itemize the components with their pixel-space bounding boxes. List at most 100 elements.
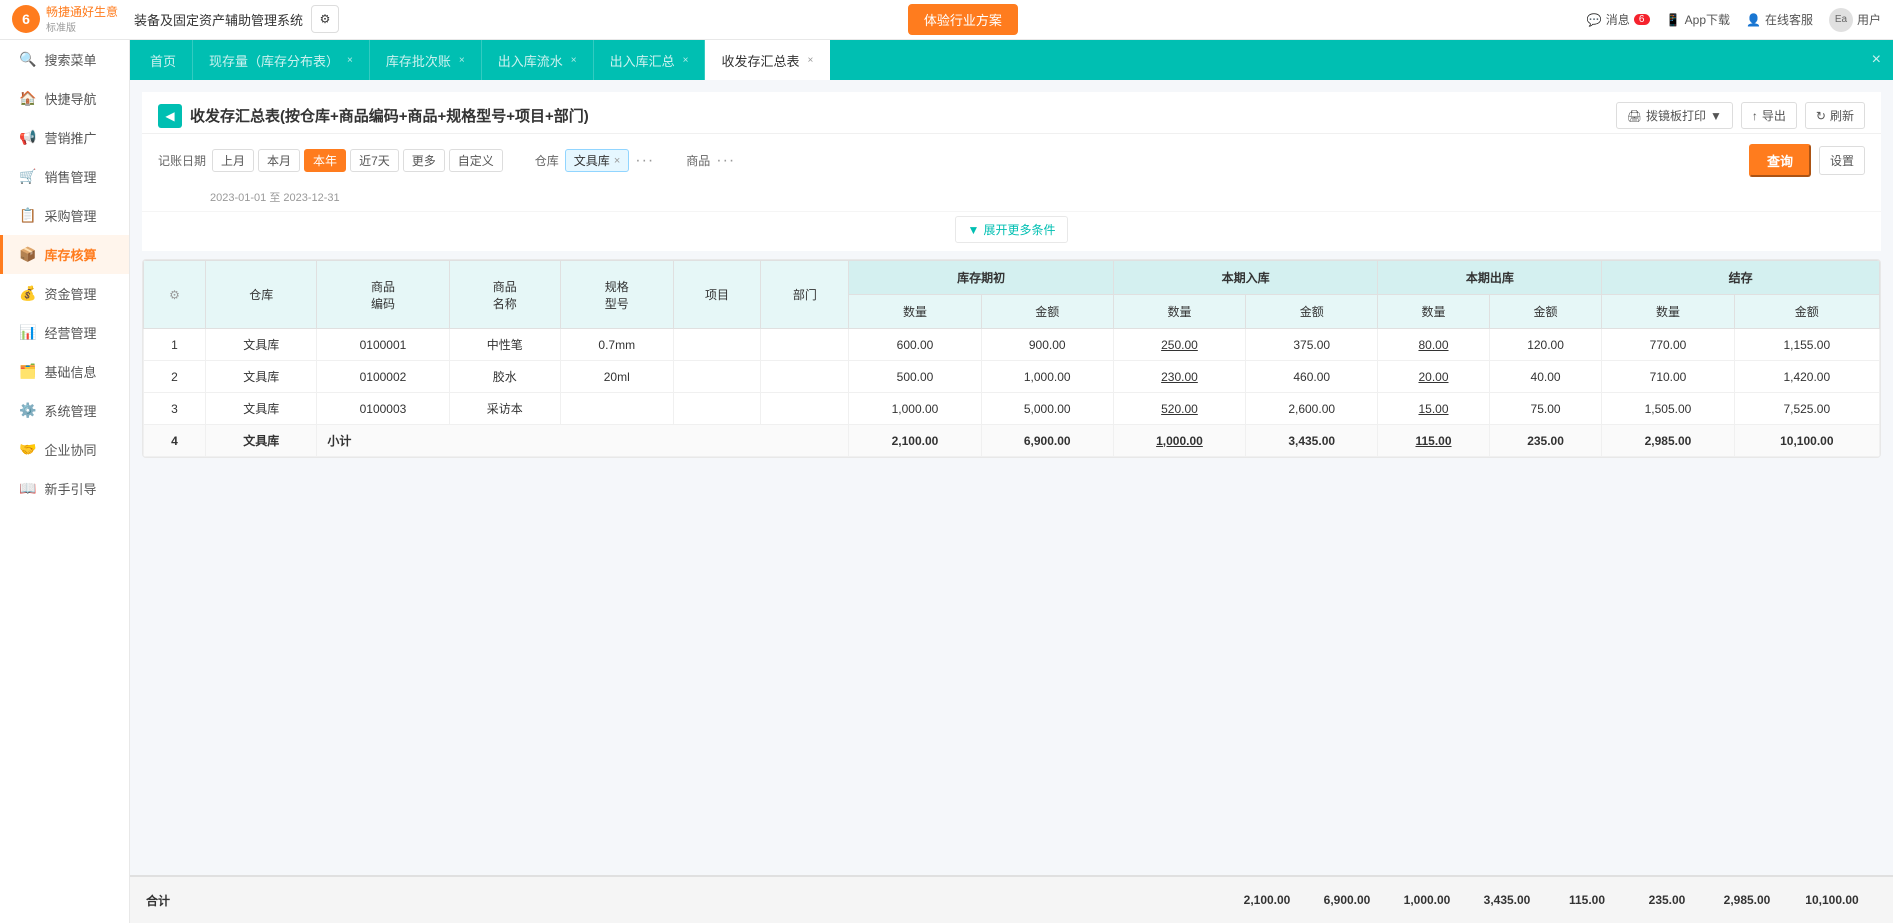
data-table: ⚙ 仓库 商品编码 商品名称 规格型号 项目 部门 库存期初 本期入库 本期出库 <box>143 260 1880 457</box>
subtotal-warehouse: 文具库 <box>206 425 317 457</box>
row3-opening-qty: 1,000.00 <box>849 393 981 425</box>
tab-inventory-dist[interactable]: 现存量（库存分布表） × <box>193 40 370 80</box>
message-button[interactable]: 💬 消息 6 <box>1587 11 1650 28</box>
row2-opening-amt: 1,000.00 <box>981 361 1113 393</box>
tab-batch-account[interactable]: 库存批次账 × <box>370 40 482 80</box>
closing-qty-header: 数量 <box>1602 295 1734 329</box>
row2-in-amt: 460.00 <box>1246 361 1378 393</box>
sidebar-item-marketing[interactable]: 📢 营销推广 <box>0 118 129 157</box>
project-col-header: 项目 <box>673 261 761 329</box>
settings-col-header[interactable]: ⚙ <box>144 261 206 329</box>
tab-close-in-out-summary[interactable]: × <box>683 55 689 66</box>
warehouse-tag-close[interactable]: × <box>614 155 620 167</box>
tab-recv-send-summary[interactable]: 收发存汇总表 × <box>705 40 830 80</box>
row3-in-amt: 2,600.00 <box>1246 393 1378 425</box>
collapse-button[interactable]: ◀ <box>158 104 182 128</box>
sidebar-item-guide[interactable]: 📖 新手引导 <box>0 469 129 508</box>
service-icon: 👤 <box>1746 13 1761 27</box>
right-actions: 🖨 拨镜板打印 ▼ ↑ 导出 ↻ 刷新 <box>1616 102 1865 129</box>
date-btn-this-month[interactable]: 本月 <box>258 149 300 172</box>
subtotal-in-qty[interactable]: 1,000.00 <box>1113 425 1245 457</box>
row3-seq: 3 <box>144 393 206 425</box>
date-btn-this-year[interactable]: 本年 <box>304 149 346 172</box>
expand-more-button[interactable]: ▼ 展开更多条件 <box>955 216 1069 243</box>
sidebar-item-quick-nav[interactable]: 🏠 快捷导航 <box>0 79 129 118</box>
row1-out-qty[interactable]: 80.00 <box>1378 329 1489 361</box>
export-button[interactable]: ↑ 导出 <box>1741 102 1797 129</box>
operations-icon: 📊 <box>19 324 36 341</box>
date-range-text: 2023-01-01 至 2023-12-31 <box>210 189 340 205</box>
opening-amt-header: 金额 <box>981 295 1113 329</box>
logo-area: 6 畅捷通好生意 标准版 <box>12 5 118 34</box>
row2-in-qty[interactable]: 230.00 <box>1113 361 1245 393</box>
filter-section: ◀ 收发存汇总表(按仓库+商品编码+商品+规格型号+项目+部门) 🖨 拨镜板打印… <box>142 92 1881 251</box>
table-row: 2 文具库 0100002 胶水 20ml 500.00 1,000.00 23… <box>144 361 1880 393</box>
tab-in-out-flow[interactable]: 出入库流水 × <box>482 40 594 80</box>
sidebar-item-operations[interactable]: 📊 经营管理 <box>0 313 129 352</box>
row1-closing-qty: 770.00 <box>1602 329 1734 361</box>
warehouse-more-button[interactable]: ··· <box>635 152 654 170</box>
row1-in-qty[interactable]: 250.00 <box>1113 329 1245 361</box>
tab-in-out-summary[interactable]: 出入库汇总 × <box>594 40 706 80</box>
row2-warehouse: 文具库 <box>206 361 317 393</box>
subtotal-out-qty[interactable]: 115.00 <box>1378 425 1489 457</box>
row3-in-qty[interactable]: 520.00 <box>1113 393 1245 425</box>
guide-icon: 📖 <box>19 480 36 497</box>
expand-row: ▼ 展开更多条件 <box>142 211 1881 251</box>
tab-close-recv-send-summary[interactable]: × <box>807 55 813 66</box>
sidebar-item-search[interactable]: 🔍 搜索菜单 <box>0 40 129 79</box>
subtotal-in-amt: 3,435.00 <box>1246 425 1378 457</box>
marketing-icon: 📢 <box>19 129 36 146</box>
avatar: Ea <box>1829 8 1853 32</box>
product-more-button[interactable]: ··· <box>716 152 735 170</box>
user-menu-button[interactable]: Ea 用户 <box>1829 8 1881 32</box>
top-bar-right: 💬 消息 6 📱 App下载 👤 在线客服 Ea 用户 <box>1587 8 1881 32</box>
online-service-button[interactable]: 👤 在线客服 <box>1746 11 1813 28</box>
tab-close-inventory-dist[interactable]: × <box>347 55 353 66</box>
sidebar-item-purchase[interactable]: 📋 采购管理 <box>0 196 129 235</box>
logo-sub: 标准版 <box>46 19 118 34</box>
date-btn-custom[interactable]: 自定义 <box>449 149 503 172</box>
sidebar-item-inventory[interactable]: 📦 库存核算 <box>0 235 129 274</box>
chevron-down-icon: ▼ <box>968 223 980 237</box>
subtotal-label: 小计 <box>317 425 849 457</box>
date-btn-7days[interactable]: 近7天 <box>350 149 399 172</box>
row2-opening-qty: 500.00 <box>849 361 981 393</box>
sidebar-item-finance[interactable]: 💰 资金管理 <box>0 274 129 313</box>
in-group-header: 本期入库 <box>1113 261 1377 295</box>
product-name-col-header: 商品名称 <box>449 261 560 329</box>
table-settings-button[interactable]: 设置 <box>1819 146 1865 175</box>
download-icon: 📱 <box>1666 13 1681 27</box>
row2-out-qty[interactable]: 20.00 <box>1378 361 1489 393</box>
sidebar-item-base-info[interactable]: 🗂️ 基础信息 <box>0 352 129 391</box>
trial-button[interactable]: 体验行业方案 <box>908 4 1018 35</box>
query-button[interactable]: 查询 <box>1749 144 1811 177</box>
row3-warehouse: 文具库 <box>206 393 317 425</box>
subtotal-seq: 4 <box>144 425 206 457</box>
sidebar-item-sales[interactable]: 🛒 销售管理 <box>0 157 129 196</box>
date-btn-last-month[interactable]: 上月 <box>212 149 254 172</box>
table-container: ⚙ 仓库 商品编码 商品名称 规格型号 项目 部门 库存期初 本期入库 本期出库 <box>142 259 1881 458</box>
sidebar-item-cooperation[interactable]: 🤝 企业协同 <box>0 430 129 469</box>
closing-amt-header: 金额 <box>1734 295 1879 329</box>
tab-bar-close-button[interactable]: × <box>1860 51 1893 69</box>
product-spec-col-header: 规格型号 <box>560 261 673 329</box>
system-settings-button[interactable]: ⚙ <box>311 5 339 33</box>
warehouse-filter: 仓库 文具库 × ··· <box>535 149 654 172</box>
content-area: 首页 现存量（库存分布表） × 库存批次账 × 出入库流水 × 出入库汇总 × <box>130 40 1893 923</box>
inventory-icon: 📦 <box>19 246 36 263</box>
date-btn-more[interactable]: 更多 <box>403 149 445 172</box>
row3-out-qty[interactable]: 15.00 <box>1378 393 1489 425</box>
product-filter: 商品 ··· <box>686 152 735 170</box>
print-button[interactable]: 🖨 拨镜板打印 ▼ <box>1616 102 1733 129</box>
sidebar-item-system[interactable]: ⚙️ 系统管理 <box>0 391 129 430</box>
tab-close-batch-account[interactable]: × <box>459 55 465 66</box>
tab-home[interactable]: 首页 <box>130 40 193 80</box>
tab-close-in-out-flow[interactable]: × <box>571 55 577 66</box>
subtotal-closing-amt: 10,100.00 <box>1734 425 1879 457</box>
row2-product-spec: 20ml <box>560 361 673 393</box>
app-download-button[interactable]: 📱 App下载 <box>1666 11 1730 28</box>
refresh-button[interactable]: ↻ 刷新 <box>1805 102 1865 129</box>
row3-product-code: 0100003 <box>317 393 449 425</box>
row2-out-amt: 40.00 <box>1489 361 1602 393</box>
